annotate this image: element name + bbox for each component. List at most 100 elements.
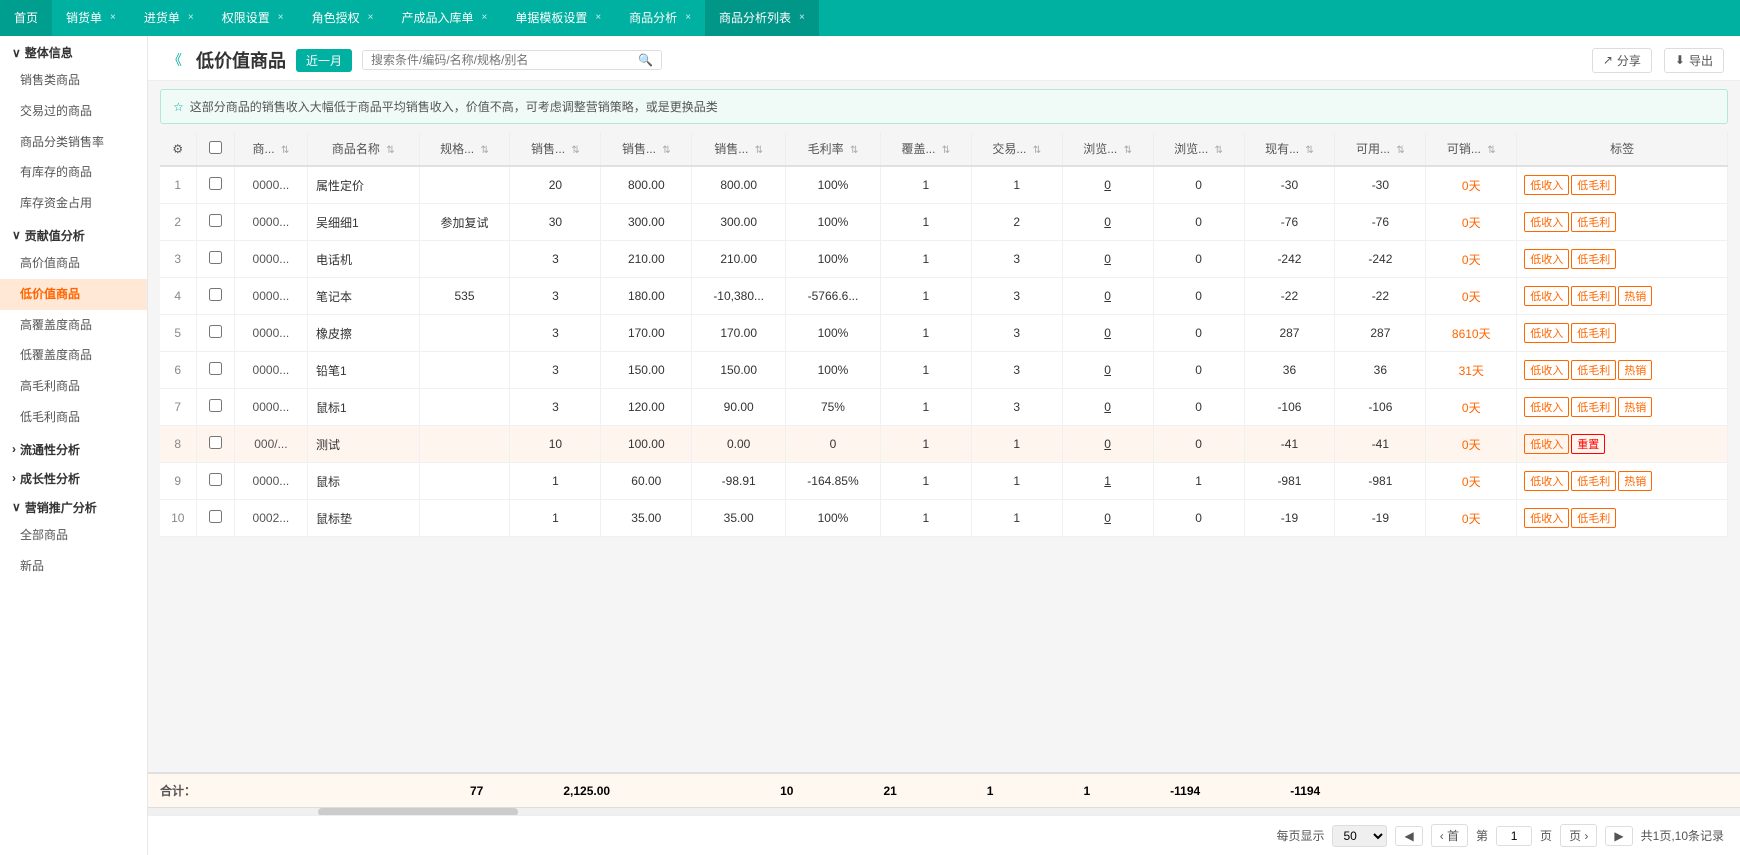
column-coverage[interactable]: 覆盖... ⇅ — [880, 132, 971, 166]
nav-purchase-order[interactable]: 进货单 × — [130, 0, 208, 36]
sidebar-item-traded-goods[interactable]: 交易过的商品 — [0, 96, 147, 127]
period-button[interactable]: 近一月 — [296, 49, 352, 72]
sidebar-item-high-value[interactable]: 高价值商品 — [0, 248, 147, 279]
sidebar-item-sales-goods[interactable]: 销售类商品 — [0, 65, 147, 96]
column-settings[interactable]: ⚙ — [160, 132, 196, 166]
cell-col12[interactable]: 0 — [1062, 241, 1153, 278]
cell-col12[interactable]: 0 — [1062, 315, 1153, 352]
column-views2[interactable]: 浏览... ⇅ — [1153, 132, 1244, 166]
nav-purchase-order-close[interactable]: × — [188, 0, 194, 36]
cell-checkbox[interactable] — [196, 500, 234, 537]
views-link[interactable]: 0 — [1104, 178, 1111, 192]
row-checkbox[interactable] — [209, 473, 222, 486]
cell-col12[interactable]: 0 — [1062, 426, 1153, 463]
views-link[interactable]: 0 — [1104, 326, 1111, 340]
nav-sales-order[interactable]: 销货单 × — [52, 0, 130, 36]
row-checkbox[interactable] — [209, 177, 222, 190]
column-sales1[interactable]: 销售... ⇅ — [510, 132, 601, 166]
row-checkbox[interactable] — [209, 399, 222, 412]
cell-col12[interactable]: 0 — [1062, 166, 1153, 204]
sidebar-item-inventory-capital[interactable]: 库存资金占用 — [0, 188, 147, 219]
sidebar-group-circulation[interactable]: › 流通性分析 — [0, 433, 147, 462]
views-link[interactable]: 0 — [1104, 511, 1111, 525]
nav-permission-settings-close[interactable]: × — [278, 0, 284, 36]
column-available[interactable]: 可用... ⇅ — [1335, 132, 1426, 166]
last-page-button[interactable]: ▶ — [1605, 826, 1632, 846]
per-page-select[interactable]: 50 100 200 — [1332, 825, 1387, 847]
nav-role-auth-close[interactable]: × — [368, 0, 374, 36]
row-checkbox[interactable] — [209, 288, 222, 301]
row-checkbox[interactable] — [209, 214, 222, 227]
column-sales3[interactable]: 销售... ⇅ — [692, 132, 786, 166]
row-checkbox[interactable] — [209, 325, 222, 338]
sidebar-group-marketing[interactable]: ∨ 营销推广分析 — [0, 491, 147, 520]
nav-goods-analysis-list-close[interactable]: × — [799, 0, 805, 36]
nav-home[interactable]: 首页 — [0, 0, 52, 36]
row-checkbox[interactable] — [209, 510, 222, 523]
nav-goods-analysis-close[interactable]: × — [685, 0, 691, 36]
share-button[interactable]: ↗ 分享 — [1592, 48, 1652, 73]
cell-checkbox[interactable] — [196, 352, 234, 389]
column-margin[interactable]: 毛利率 ⇅ — [786, 132, 881, 166]
cell-col12[interactable]: 0 — [1062, 500, 1153, 537]
nav-sales-order-close[interactable]: × — [110, 0, 116, 36]
views-link[interactable]: 1 — [1104, 474, 1111, 488]
horizontal-scrollbar[interactable] — [148, 807, 1740, 815]
views-link[interactable]: 0 — [1104, 363, 1111, 377]
prev-page-button[interactable]: ‹ 首 — [1431, 824, 1468, 847]
export-button[interactable]: ⬇ 导出 — [1664, 48, 1724, 73]
nav-finished-goods[interactable]: 产成品入库单 × — [387, 0, 501, 36]
cell-checkbox[interactable] — [196, 315, 234, 352]
cell-checkbox[interactable] — [196, 166, 234, 204]
sidebar-group-contribution[interactable]: ∨ 贡献值分析 — [0, 219, 147, 248]
column-current-stock[interactable]: 现有... ⇅ — [1244, 132, 1335, 166]
nav-role-auth[interactable]: 角色授权 × — [298, 0, 388, 36]
first-page-button[interactable]: ◀ — [1395, 826, 1422, 846]
cell-checkbox[interactable] — [196, 278, 234, 315]
row-checkbox[interactable] — [209, 251, 222, 264]
nav-goods-analysis-list[interactable]: 商品分析列表 × — [705, 0, 819, 36]
column-code[interactable]: 商... ⇅ — [234, 132, 307, 166]
views-link[interactable]: 0 — [1104, 400, 1111, 414]
sidebar-item-all-goods[interactable]: 全部商品 — [0, 520, 147, 551]
cell-col12[interactable]: 0 — [1062, 389, 1153, 426]
search-input[interactable] — [371, 53, 638, 67]
select-all-checkbox[interactable] — [209, 141, 222, 154]
sidebar-item-low-margin[interactable]: 低毛利商品 — [0, 402, 147, 433]
row-checkbox[interactable] — [209, 362, 222, 375]
views-link[interactable]: 0 — [1104, 252, 1111, 266]
sidebar-item-low-coverage[interactable]: 低覆盖度商品 — [0, 340, 147, 371]
sidebar-group-growth[interactable]: › 成长性分析 — [0, 462, 147, 491]
cell-checkbox[interactable] — [196, 241, 234, 278]
row-checkbox[interactable] — [209, 436, 222, 449]
views-link[interactable]: 0 — [1104, 289, 1111, 303]
cell-checkbox[interactable] — [196, 389, 234, 426]
sidebar-collapse-button[interactable]: 《 — [164, 46, 186, 74]
cell-col12[interactable]: 1 — [1062, 463, 1153, 500]
views-link[interactable]: 0 — [1104, 215, 1111, 229]
views-link[interactable]: 0 — [1104, 437, 1111, 451]
nav-template-settings-close[interactable]: × — [595, 0, 601, 36]
nav-goods-analysis[interactable]: 商品分析 × — [615, 0, 705, 36]
column-spec[interactable]: 规格... ⇅ — [419, 132, 510, 166]
next-page-button[interactable]: 页 › — [1560, 824, 1597, 847]
sidebar-item-inventory-goods[interactable]: 有库存的商品 — [0, 157, 147, 188]
page-number-input[interactable] — [1496, 826, 1532, 846]
nav-permission-settings[interactable]: 权限设置 × — [208, 0, 298, 36]
sidebar-item-new-goods[interactable]: 新品 — [0, 551, 147, 582]
cell-checkbox[interactable] — [196, 463, 234, 500]
column-views1[interactable]: 浏览... ⇅ — [1062, 132, 1153, 166]
cell-checkbox[interactable] — [196, 204, 234, 241]
sidebar-item-high-margin[interactable]: 高毛利商品 — [0, 371, 147, 402]
column-checkbox[interactable] — [196, 132, 234, 166]
sidebar-item-high-coverage[interactable]: 高覆盖度商品 — [0, 310, 147, 341]
cell-col12[interactable]: 0 — [1062, 278, 1153, 315]
column-sellable[interactable]: 可销... ⇅ — [1426, 132, 1517, 166]
sidebar-item-low-value[interactable]: 低价值商品 — [0, 279, 147, 310]
column-name[interactable]: 商品名称 ⇅ — [308, 132, 420, 166]
column-transactions[interactable]: 交易... ⇅ — [971, 132, 1062, 166]
column-sales2[interactable]: 销售... ⇅ — [601, 132, 692, 166]
cell-checkbox[interactable] — [196, 426, 234, 463]
search-icon[interactable]: 🔍 — [638, 53, 653, 67]
cell-col12[interactable]: 0 — [1062, 352, 1153, 389]
